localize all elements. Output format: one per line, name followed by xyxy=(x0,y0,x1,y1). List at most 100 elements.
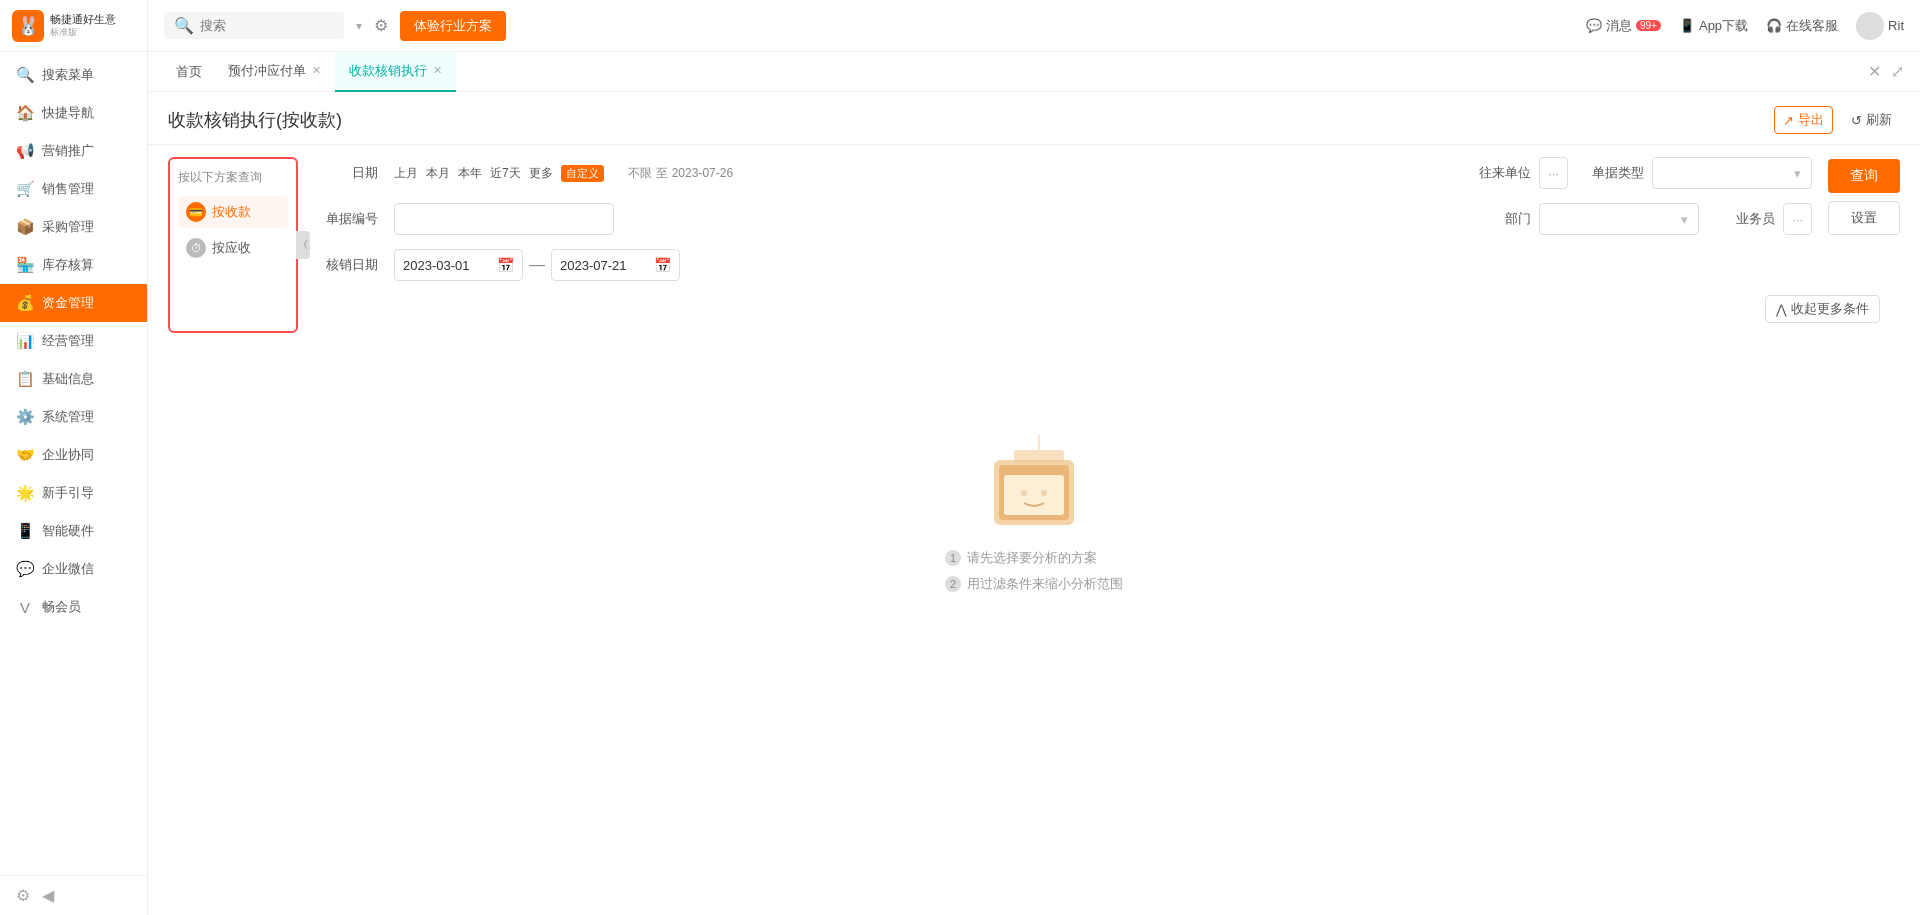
bill-type-label: 单据类型 xyxy=(1584,164,1644,182)
filter-option-receipt-label: 按收款 xyxy=(212,203,251,221)
date-no-limit-label: 不限 xyxy=(628,165,652,182)
calendar-start-icon[interactable]: 📅 xyxy=(497,257,514,273)
nav-icon-sales: 🛒 xyxy=(16,180,34,198)
calendar-end-icon[interactable]: 📅 xyxy=(654,257,671,273)
sidebar-item-sales[interactable]: 🛒销售管理 xyxy=(0,170,147,208)
content-inner: 收款核销执行(按收款) ↗ 导出 ↺ 刷新 按以下方案查询 xyxy=(148,92,1920,915)
svg-rect-5 xyxy=(1014,450,1064,462)
search-input[interactable] xyxy=(200,18,320,33)
refresh-button[interactable]: ↺ 刷新 xyxy=(1843,107,1900,133)
settings-icon[interactable]: ⚙ xyxy=(16,886,30,905)
tab-prepay[interactable]: 预付冲应付单 ✕ xyxy=(214,52,335,92)
tab-bar: 首页 预付冲应付单 ✕ 收款核销执行 ✕ ✕ ⤢ xyxy=(148,52,1920,92)
user-avatar-area[interactable]: Rit xyxy=(1856,12,1904,40)
sidebar-item-quicknav[interactable]: 🏠快捷导航 xyxy=(0,94,147,132)
nav-icon-purchase: 📦 xyxy=(16,218,34,236)
nav-icon-search: 🔍 xyxy=(16,66,34,84)
online-service-btn[interactable]: 🎧 在线客服 xyxy=(1766,17,1838,35)
page-title: 收款核销执行(按收款) xyxy=(168,108,342,132)
collapse-more-button[interactable]: ⋀ 收起更多条件 xyxy=(1765,295,1880,323)
setting-button[interactable]: 设置 xyxy=(1828,201,1900,235)
dept-dropdown[interactable]: ▾ xyxy=(1539,203,1699,235)
message-btn[interactable]: 💬 消息 99+ xyxy=(1586,17,1661,35)
writeoff-end-input[interactable] xyxy=(560,258,650,273)
logo-icon: 🐰 xyxy=(12,10,44,42)
tab-receive[interactable]: 收款核销执行 ✕ xyxy=(335,52,456,92)
filter-sidebar-title: 按以下方案查询 xyxy=(178,169,288,186)
tab-receive-close[interactable]: ✕ xyxy=(433,65,442,76)
collapse-more-label: 收起更多条件 xyxy=(1791,300,1869,318)
writeoff-date-group: 📅 — 📅 xyxy=(394,249,680,281)
sidebar-item-member[interactable]: V畅会员 xyxy=(0,588,147,626)
counterparty-field-group: 往来单位 ··· xyxy=(1471,157,1568,189)
export-button[interactable]: ↗ 导出 xyxy=(1774,106,1833,134)
date-no-limit-area: 不限 至 2023-07-26 xyxy=(628,165,733,182)
empty-svg xyxy=(974,425,1104,535)
svg-point-3 xyxy=(1021,490,1027,496)
counterparty-label: 往来单位 xyxy=(1471,164,1531,182)
close-tab-icon[interactable]: ✕ xyxy=(1868,62,1881,81)
nav-icon-wechat: 💬 xyxy=(16,560,34,578)
query-button[interactable]: 查询 xyxy=(1828,159,1900,193)
app-download-btn[interactable]: 📱 App下载 xyxy=(1679,17,1748,35)
main-content: 🔍 ▾ ⚙ 体验行业方案 💬 消息 99+ 📱 App下载 🎧 在线客服 Rit xyxy=(148,0,1920,915)
sidebar-item-system[interactable]: ⚙️系统管理 xyxy=(0,398,147,436)
sidebar-item-purchase[interactable]: 📦采购管理 xyxy=(0,208,147,246)
nav-label-guide: 新手引导 xyxy=(42,484,94,502)
dropdown-arrow: ▾ xyxy=(1794,166,1801,181)
refresh-icon: ↺ xyxy=(1851,113,1862,128)
staff-field-group: 业务员 ··· xyxy=(1715,203,1812,235)
nav-icon-guide: 🌟 xyxy=(16,484,34,502)
content-area: 收款核销执行(按收款) ↗ 导出 ↺ 刷新 按以下方案查询 xyxy=(148,92,1920,915)
header-right: 💬 消息 99+ 📱 App下载 🎧 在线客服 Rit xyxy=(1586,12,1904,40)
sidebar-item-inventory[interactable]: 🏪库存核算 xyxy=(0,246,147,284)
writeoff-end-date[interactable]: 📅 xyxy=(551,249,680,281)
header-gear-icon[interactable]: ⚙ xyxy=(374,16,388,35)
step-2: 2 xyxy=(945,576,961,592)
sidebar-item-basic[interactable]: 📋基础信息 xyxy=(0,360,147,398)
nav-label-wechat: 企业微信 xyxy=(42,560,94,578)
bill-no-input[interactable] xyxy=(394,203,614,235)
filter-row-bill: 单据编号 部门 ▾ 业务员 xyxy=(318,203,1812,235)
solution-button[interactable]: 体验行业方案 xyxy=(400,11,506,41)
writeoff-start-date[interactable]: 📅 xyxy=(394,249,523,281)
filter-collapse-button[interactable]: 《 xyxy=(296,231,310,259)
sidebar-item-finance[interactable]: 💰资金管理 xyxy=(0,284,147,322)
expand-tab-icon[interactable]: ⤢ xyxy=(1891,62,1904,81)
shortcut-last-month[interactable]: 上月 xyxy=(394,165,418,182)
filter-option-by-receivable[interactable]: ⏱ 按应收 xyxy=(178,232,288,264)
sidebar-item-search[interactable]: 🔍搜索菜单 xyxy=(0,56,147,94)
filter-form: 日期 上月 本月 本年 近7天 更多 自定义 xyxy=(318,157,1812,295)
filter-option-by-receipt[interactable]: 💳 按收款 xyxy=(178,196,288,228)
counterparty-select-btn[interactable]: ··· xyxy=(1539,157,1568,189)
filter-row-writeoff: 核销日期 📅 — 📅 xyxy=(318,249,1812,281)
date-label: 日期 xyxy=(318,164,378,182)
nav-label-hardware: 智能硬件 xyxy=(42,522,94,540)
bill-type-dropdown[interactable]: ▾ xyxy=(1652,157,1812,189)
service-icon: 🎧 xyxy=(1766,18,1782,33)
custom-badge[interactable]: 自定义 xyxy=(561,165,604,182)
filter-sidebar-panel: 按以下方案查询 💳 按收款 ⏱ 按应收 《 xyxy=(168,157,298,333)
sidebar-item-hardware[interactable]: 📱智能硬件 xyxy=(0,512,147,550)
shortcut-this-year[interactable]: 本年 xyxy=(458,165,482,182)
shortcut-more[interactable]: 更多 xyxy=(529,165,553,182)
sidebar-item-marketing[interactable]: 📢营销推广 xyxy=(0,132,147,170)
filter-form-with-actions: 日期 上月 本月 本年 近7天 更多 自定义 xyxy=(318,157,1900,295)
sidebar-item-operation[interactable]: 📊经营管理 xyxy=(0,322,147,360)
staff-select-btn[interactable]: ··· xyxy=(1783,203,1812,235)
sidebar-bottom: ⚙ ◀ xyxy=(0,875,147,915)
header-chevron-icon[interactable]: ▾ xyxy=(356,19,362,33)
shortcut-7days[interactable]: 近7天 xyxy=(490,165,521,182)
header-search-box[interactable]: 🔍 xyxy=(164,12,344,39)
shortcut-this-month[interactable]: 本月 xyxy=(426,165,450,182)
sidebar-item-wechat[interactable]: 💬 企业微信 xyxy=(0,550,147,588)
nav-icon-marketing: 📢 xyxy=(16,142,34,160)
sidebar-item-guide[interactable]: 🌟 新手引导 xyxy=(0,474,147,512)
hint1-text: 请先选择要分析的方案 xyxy=(967,545,1097,571)
tab-home[interactable]: 首页 xyxy=(164,52,214,92)
collapse-sidebar-icon[interactable]: ◀ xyxy=(42,886,54,905)
sidebar-item-enterprise[interactable]: 🤝企业协同 xyxy=(0,436,147,474)
nav-icon-operation: 📊 xyxy=(16,332,34,350)
writeoff-start-input[interactable] xyxy=(403,258,493,273)
tab-prepay-close[interactable]: ✕ xyxy=(312,65,321,76)
